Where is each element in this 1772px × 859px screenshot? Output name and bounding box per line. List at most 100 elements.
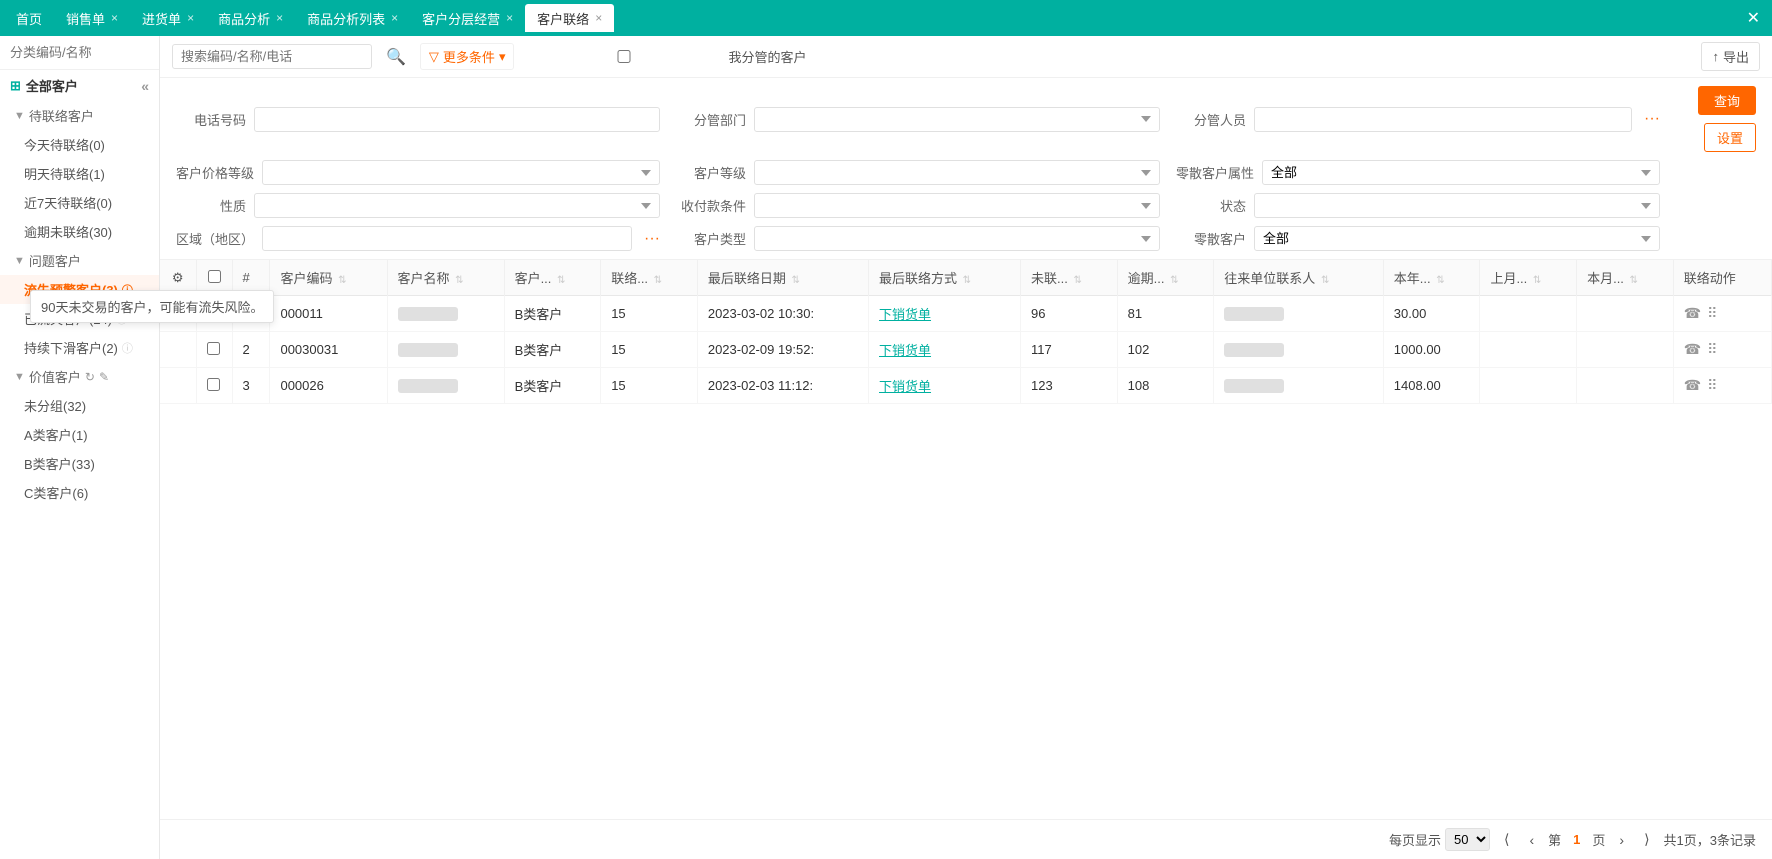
tab-purchase[interactable]: 进货单 × xyxy=(130,4,206,32)
close-all-button[interactable]: ✕ xyxy=(1739,8,1768,28)
tab-close-goods-analysis-table[interactable]: × xyxy=(391,11,398,25)
person-dots[interactable]: ··· xyxy=(1644,110,1660,128)
export-button[interactable]: ↑ 导出 xyxy=(1701,42,1760,71)
action-more-icon[interactable]: ⠿ xyxy=(1707,341,1717,358)
sidebar-item-week[interactable]: 近7天待联络(0) xyxy=(0,188,159,217)
col-code[interactable]: 客户编码 ⇅ xyxy=(270,260,387,296)
row-last-month xyxy=(1480,332,1577,368)
sidebar-item-tomorrow[interactable]: 明天待联络(1) xyxy=(0,159,159,188)
page-size-select[interactable]: 50 xyxy=(1445,828,1490,851)
prev-page-button[interactable]: ‹ xyxy=(1523,830,1540,850)
col-overdue[interactable]: 逾期... ⇅ xyxy=(1117,260,1214,296)
row-name xyxy=(387,296,504,332)
col-last-month[interactable]: 上月... ⇅ xyxy=(1480,260,1577,296)
payment-select[interactable] xyxy=(754,193,1160,218)
churn-risk-tooltip: 90天未交易的客户，可能有流失风险。 xyxy=(30,290,274,323)
tab-close-purchase[interactable]: × xyxy=(187,11,194,25)
search-button[interactable]: 🔍 xyxy=(382,47,410,67)
row-checkbox[interactable] xyxy=(207,378,220,391)
value-refresh-icon[interactable]: ↻ xyxy=(85,370,95,384)
sidebar-item-a-class[interactable]: A类客户(1) xyxy=(0,420,159,449)
status-select[interactable] xyxy=(1254,193,1660,218)
filter-row-3: 性质 收付款条件 状态 xyxy=(176,193,1756,218)
declining-info-icon[interactable]: ⓘ xyxy=(122,340,133,356)
region-dots[interactable]: ··· xyxy=(644,230,660,248)
search-input[interactable] xyxy=(172,44,372,69)
customer-type-label: 客户类型 xyxy=(676,229,746,248)
gender-select[interactable] xyxy=(254,193,660,218)
sidebar-group-churning[interactable]: ▼ 问题客户 xyxy=(0,246,159,275)
table-row: 3 000026 B类客户 15 2023-02-03 11:12: 下销货单 … xyxy=(160,368,1772,404)
query-button[interactable]: 查询 xyxy=(1698,86,1756,115)
col-no-contact[interactable]: 未联... ⇅ xyxy=(1021,260,1118,296)
tab-home[interactable]: 首页 xyxy=(4,9,54,28)
col-this-month[interactable]: 本月... ⇅ xyxy=(1577,260,1674,296)
tab-close-sales[interactable]: × xyxy=(111,11,118,25)
row-customer-type: B类客户 xyxy=(504,368,601,404)
tab-close-customer-tier[interactable]: × xyxy=(506,11,513,25)
row-last-method: 下销货单 xyxy=(869,332,1021,368)
total-pages-label: 页 xyxy=(1592,830,1605,849)
price-level-select[interactable] xyxy=(262,160,660,185)
sidebar-item-b-class[interactable]: B类客户(33) xyxy=(0,449,159,478)
sidebar-item-declining[interactable]: 持续下滑客户(2) ⓘ xyxy=(0,333,159,362)
tab-close-goods-analysis[interactable]: × xyxy=(276,11,283,25)
next-page-button[interactable]: › xyxy=(1613,830,1630,850)
tab-customer-contact[interactable]: 客户联络 × xyxy=(525,4,614,32)
tab-goods-analysis-table[interactable]: 商品分析列表 × xyxy=(295,4,410,32)
last-page-button[interactable]: ⟩ xyxy=(1638,829,1655,850)
tab-goods-analysis[interactable]: 商品分析 × xyxy=(206,4,295,32)
row-name xyxy=(387,368,504,404)
value-edit-icon[interactable]: ✎ xyxy=(99,370,109,384)
tab-customer-tier[interactable]: 客户分层经营 × xyxy=(410,4,525,32)
action-call-icon[interactable]: ☎ xyxy=(1684,305,1701,322)
action-more-icon[interactable]: ⠿ xyxy=(1707,305,1717,322)
pagination: 每页显示 50 ⟨ ‹ 第 1 页 › ⟩ 共1页，3条记录 xyxy=(160,819,1772,859)
customer-level-select[interactable] xyxy=(754,160,1160,185)
action-more-icon[interactable]: ⠿ xyxy=(1707,377,1717,394)
person-input[interactable] xyxy=(1254,107,1632,132)
current-page-number: 1 xyxy=(1569,832,1584,847)
my-customers-checkbox[interactable] xyxy=(524,50,724,63)
sidebar-group-pending[interactable]: ▼ 待联络客户 xyxy=(0,101,159,130)
row-this-year: 30.00 xyxy=(1383,296,1480,332)
col-last-method[interactable]: 最后联络方式 ⇅ xyxy=(869,260,1021,296)
select-all-checkbox[interactable] xyxy=(208,270,221,283)
row-checkbox[interactable] xyxy=(207,342,220,355)
sort-icon-contact: ⇅ xyxy=(654,275,662,286)
sidebar-item-today[interactable]: 今天待联络(0) xyxy=(0,130,159,159)
tab-close-customer-contact[interactable]: × xyxy=(595,11,602,25)
customer-type-select[interactable] xyxy=(754,226,1160,251)
zero-attr-select[interactable]: 全部 xyxy=(1262,160,1660,185)
filter-field-payment: 收付款条件 xyxy=(676,193,1160,218)
row-code: 000026 xyxy=(270,368,387,404)
row-contact: 15 xyxy=(601,368,698,404)
col-unit-contact[interactable]: 往来单位联系人 ⇅ xyxy=(1214,260,1384,296)
sort-icon-date: ⇅ xyxy=(791,275,799,286)
dept-select[interactable] xyxy=(754,107,1160,132)
col-contact[interactable]: 联络... ⇅ xyxy=(601,260,698,296)
filter-field-customer-type: 客户类型 xyxy=(676,226,1160,251)
region-input[interactable] xyxy=(262,226,632,251)
sidebar-search-input[interactable] xyxy=(10,45,160,60)
first-page-button[interactable]: ⟨ xyxy=(1498,829,1515,850)
action-call-icon[interactable]: ☎ xyxy=(1684,341,1701,358)
col-name[interactable]: 客户名称 ⇅ xyxy=(387,260,504,296)
more-conditions-button[interactable]: ▽ 更多条件 ▾ xyxy=(420,43,515,70)
sidebar-item-c-class[interactable]: C类客户(6) xyxy=(0,478,159,507)
col-last-date[interactable]: 最后联络日期 ⇅ xyxy=(697,260,868,296)
sidebar-group-valued[interactable]: ▼ 价值客户 ↻ ✎ xyxy=(0,362,159,391)
col-this-year[interactable]: 本年... ⇅ xyxy=(1383,260,1480,296)
sidebar-item-ungrouped[interactable]: 未分组(32) xyxy=(0,391,159,420)
collapse-icon[interactable]: « xyxy=(141,78,149,94)
current-page-label: 第 xyxy=(1548,830,1561,849)
sidebar-all-customers[interactable]: ⊞ 全部客户 « xyxy=(0,70,159,101)
grid-icon: ⊞ xyxy=(10,78,21,94)
settings-button[interactable]: 设置 xyxy=(1704,123,1756,152)
sidebar-item-overdue[interactable]: 逾期未联络(30) xyxy=(0,217,159,246)
tab-sales[interactable]: 销售单 × xyxy=(54,4,130,32)
action-call-icon[interactable]: ☎ xyxy=(1684,377,1701,394)
zero-customer-select[interactable]: 全部 xyxy=(1254,226,1660,251)
col-customer-type[interactable]: 客户... ⇅ xyxy=(504,260,601,296)
phone-input[interactable] xyxy=(254,107,660,132)
